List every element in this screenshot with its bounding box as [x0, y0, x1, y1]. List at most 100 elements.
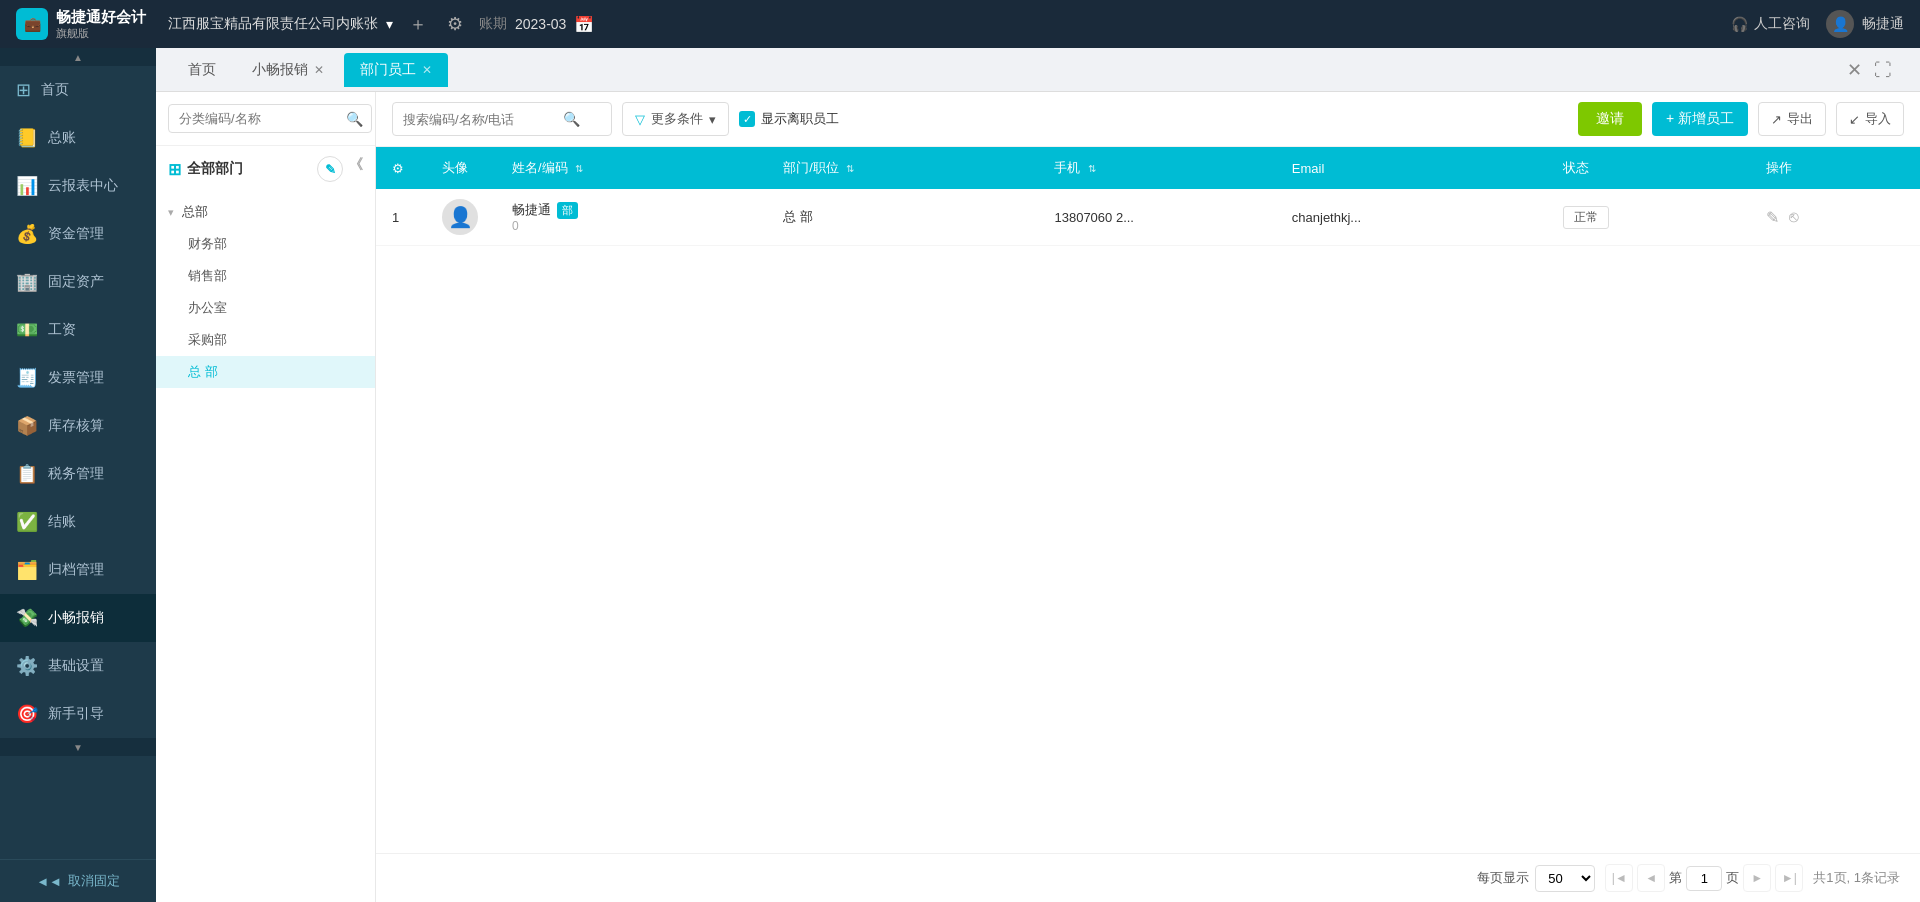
dept-node-general-active[interactable]: 总 部: [156, 356, 375, 388]
th-settings[interactable]: ⚙: [376, 147, 426, 189]
period-label: 账期: [479, 15, 507, 33]
sidebar-item-home[interactable]: ⊞ 首页: [0, 66, 156, 114]
delete-employee-button[interactable]: ⎋: [1789, 208, 1799, 227]
inventory-icon: 📦: [16, 415, 38, 437]
dept-node-sales[interactable]: 销售部: [156, 260, 375, 292]
dept-search-area: 🔍: [156, 92, 375, 146]
sidebar-item-close[interactable]: ✅ 结账: [0, 498, 156, 546]
sidebar-label-close: 结账: [48, 513, 76, 531]
sidebar-item-expense[interactable]: 💸 小畅报销: [0, 594, 156, 642]
sidebar-item-settings[interactable]: ⚙️ 基础设置: [0, 642, 156, 690]
show-resigned-checkbox[interactable]: ✓: [739, 111, 755, 127]
sidebar-item-funds[interactable]: 💰 资金管理: [0, 210, 156, 258]
add-employee-button[interactable]: + 新增员工: [1652, 102, 1748, 136]
employee-name-text: 畅捷通: [512, 201, 551, 219]
dept-node-purchase[interactable]: 采购部: [156, 324, 375, 356]
prev-page-button[interactable]: ◄: [1637, 864, 1665, 892]
last-page-button[interactable]: ►|: [1775, 864, 1803, 892]
sidebar-item-salary[interactable]: 💵 工资: [0, 306, 156, 354]
sidebar-item-ledger[interactable]: 📒 总账: [0, 114, 156, 162]
page-size-dropdown[interactable]: 10 20 50 100: [1535, 865, 1595, 892]
tab-dept-close[interactable]: ✕: [422, 63, 432, 77]
employee-table: ⚙ 头像 姓名/编码 ⇅ 部门/职位 ⇅: [376, 147, 1920, 246]
sidebar-item-assets[interactable]: 🏢 固定资产: [0, 258, 156, 306]
settings-icon[interactable]: ⚙: [443, 9, 467, 39]
filter-icon: ▽: [635, 112, 645, 127]
th-phone[interactable]: 手机 ⇅: [1038, 147, 1275, 189]
consult-button[interactable]: 🎧 人工咨询: [1731, 15, 1810, 33]
first-page-button[interactable]: |◄: [1605, 864, 1633, 892]
export-button[interactable]: ↗ 导出: [1758, 102, 1826, 136]
table-row: 1 👤 畅捷通 部: [376, 189, 1920, 246]
employee-search-icon[interactable]: 🔍: [563, 111, 580, 127]
th-name[interactable]: 姓名/编码 ⇅: [496, 147, 767, 189]
dept-search-input[interactable]: [168, 104, 372, 133]
import-icon: ↙: [1849, 112, 1860, 127]
cancel-fixed-label: 取消固定: [68, 872, 120, 890]
app-edition: 旗舰版: [56, 26, 146, 41]
maximize-window-button[interactable]: ⛶: [1870, 57, 1896, 83]
sidebar-item-inventory[interactable]: 📦 库存核算: [0, 402, 156, 450]
dept-node-parent-general[interactable]: ▾ 总部: [156, 196, 375, 228]
user-avatar-icon: 👤: [1826, 10, 1854, 38]
action-buttons: ✎ ⎋: [1766, 208, 1904, 227]
sidebar-item-guide[interactable]: 🎯 新手引导: [0, 690, 156, 738]
sidebar-scroll-up[interactable]: ▲: [0, 48, 156, 66]
add-company-button[interactable]: ＋: [405, 8, 431, 40]
dept-header-actions: ✎ 《: [317, 156, 363, 182]
calendar-icon[interactable]: 📅: [574, 15, 594, 34]
sidebar-label-funds: 资金管理: [48, 225, 104, 243]
edit-employee-button[interactable]: ✎: [1766, 208, 1779, 227]
row-email-cell: chanjethkj...: [1276, 189, 1547, 246]
sidebar-item-invoice[interactable]: 🧾 发票管理: [0, 354, 156, 402]
sidebar-item-archive[interactable]: 🗂️ 归档管理: [0, 546, 156, 594]
tabs-bar: 首页 小畅报销 ✕ 部门员工 ✕ ✕ ⛶: [156, 48, 1920, 92]
close-window-button[interactable]: ✕: [1843, 57, 1866, 83]
next-page-button[interactable]: ►: [1743, 864, 1771, 892]
dept-header: ⊞ 全部部门 ✎ 《: [156, 146, 375, 192]
add-dept-button[interactable]: ✎: [317, 156, 343, 182]
import-button[interactable]: ↙ 导入: [1836, 102, 1904, 136]
sort-arrows-phone: ⇅: [1088, 163, 1096, 174]
th-dept[interactable]: 部门/职位 ⇅: [767, 147, 1038, 189]
dept-node-finance[interactable]: 财务部: [156, 228, 375, 260]
sidebar-label-inventory: 库存核算: [48, 417, 104, 435]
page-size-label: 每页显示: [1477, 869, 1529, 887]
employee-search-input[interactable]: [403, 112, 563, 127]
sidebar-scroll-down[interactable]: ▼: [0, 738, 156, 756]
dropdown-icon: ▾: [386, 16, 393, 32]
company-selector[interactable]: 江西服宝精品有限责任公司内账张 ▾: [168, 15, 393, 33]
sidebar-label-assets: 固定资产: [48, 273, 104, 291]
sidebar-bottom: ◄◄ 取消固定: [0, 859, 156, 902]
sidebar-item-reports[interactable]: 📊 云报表中心: [0, 162, 156, 210]
page-number-input[interactable]: [1686, 866, 1722, 891]
cancel-fixed-button[interactable]: ◄◄ 取消固定: [0, 860, 156, 902]
dept-search-icon[interactable]: 🔍: [346, 111, 363, 127]
dept-label-finance: 财务部: [188, 235, 227, 253]
main-panel: 🔍 ⊞ 全部部门 ✎ 《 ▾ 总部: [156, 92, 1920, 902]
row-name-cell: 畅捷通 部 0: [496, 189, 767, 246]
more-filter-button[interactable]: ▽ 更多条件 ▾: [622, 102, 729, 136]
tab-home[interactable]: 首页: [172, 53, 232, 87]
invite-button[interactable]: 邀请: [1578, 102, 1642, 136]
logo-icon: 💼: [16, 8, 48, 40]
sidebar-label-expense: 小畅报销: [48, 609, 104, 627]
show-resigned-toggle[interactable]: ✓ 显示离职员工: [739, 110, 839, 128]
tab-dept-employee[interactable]: 部门员工 ✕: [344, 53, 448, 87]
collapse-dept-button[interactable]: 《: [349, 156, 363, 182]
dept-tree: 🔍 ⊞ 全部部门 ✎ 《 ▾ 总部: [156, 92, 376, 902]
employee-search-box: 🔍: [392, 102, 612, 136]
app-name: 畅捷通好会计: [56, 8, 146, 26]
table-body: 1 👤 畅捷通 部: [376, 189, 1920, 246]
tab-expense[interactable]: 小畅报销 ✕: [236, 53, 340, 87]
tab-expense-close[interactable]: ✕: [314, 63, 324, 77]
row-action-cell: ✎ ⎋: [1750, 189, 1920, 246]
funds-icon: 💰: [16, 223, 38, 245]
row-avatar-cell: 👤: [426, 189, 496, 246]
dept-node-office[interactable]: 办公室: [156, 292, 375, 324]
employee-area: 🔍 ▽ 更多条件 ▾ ✓ 显示离职员工 邀请 + 新增员工: [376, 92, 1920, 902]
user-name: 畅捷通: [1862, 15, 1904, 33]
invoice-icon: 🧾: [16, 367, 38, 389]
user-area[interactable]: 👤 畅捷通: [1826, 10, 1904, 38]
sidebar-item-tax[interactable]: 📋 税务管理: [0, 450, 156, 498]
